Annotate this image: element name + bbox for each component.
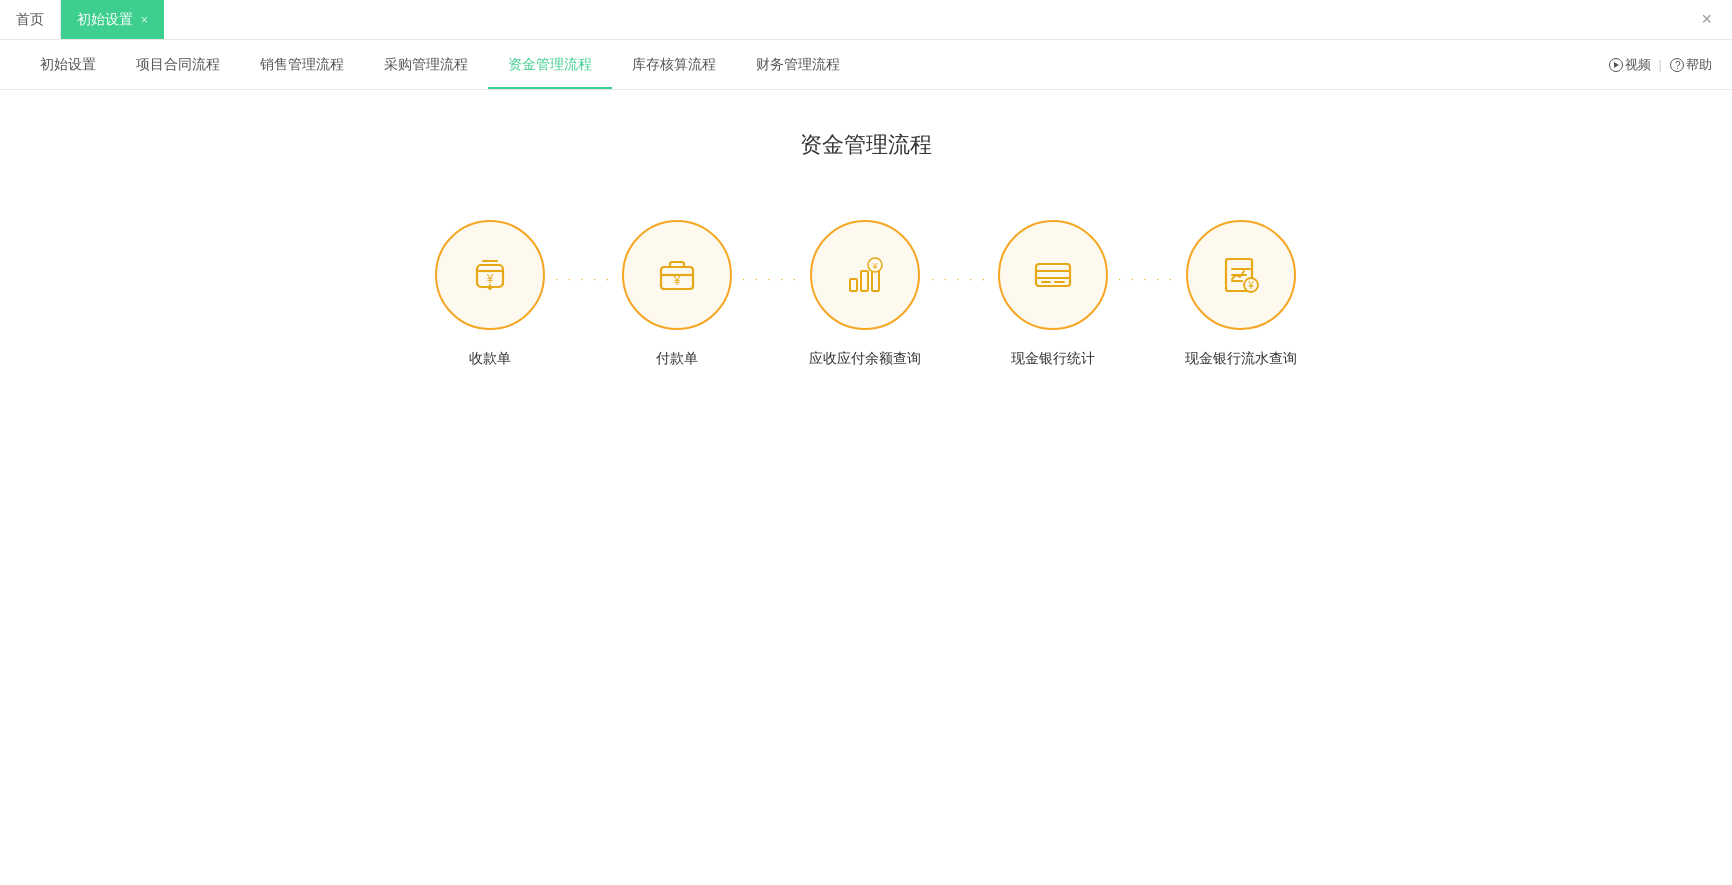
- svg-text:?: ?: [1675, 60, 1681, 71]
- pay-label: 付款单: [656, 350, 698, 368]
- top-bar: 首页 初始设置 × ×: [0, 0, 1732, 40]
- svg-rect-9: [861, 271, 868, 291]
- cashbank-icon: [1027, 249, 1079, 301]
- flow-circle-balance: ¥: [810, 220, 920, 330]
- flow-container: ¥ 收款单 · · · · · ¥ 付款单: [266, 220, 1466, 368]
- window-close-button[interactable]: ×: [1681, 0, 1732, 39]
- main-content: 资金管理流程 ¥ 收款单 · · · · ·: [0, 90, 1732, 408]
- flow-arrow-2: · · · · ·: [732, 272, 809, 286]
- video-link[interactable]: 视频: [1609, 56, 1651, 74]
- pay-icon: ¥: [651, 249, 703, 301]
- svg-marker-1: [1614, 62, 1619, 68]
- nav-item-purchase[interactable]: 采购管理流程: [364, 40, 488, 89]
- home-tab[interactable]: 首页: [0, 0, 61, 39]
- svg-text:¥: ¥: [1247, 280, 1254, 291]
- nav-item-capital[interactable]: 资金管理流程: [488, 40, 612, 89]
- flow-circle-receive: ¥: [435, 220, 545, 330]
- flow-arrow-1: · · · · ·: [545, 272, 622, 286]
- flow-item-pay[interactable]: ¥ 付款单: [622, 220, 732, 368]
- nav-divider: |: [1659, 57, 1662, 72]
- flow-item-receive[interactable]: ¥ 收款单: [435, 220, 545, 368]
- nav-right: 视频 | ? 帮助: [1609, 56, 1712, 74]
- nav-item-sales[interactable]: 销售管理流程: [240, 40, 364, 89]
- flow-circle-cashflow: ¥: [1186, 220, 1296, 330]
- nav-item-inventory[interactable]: 库存核算流程: [612, 40, 736, 89]
- svg-text:¥: ¥: [486, 272, 494, 286]
- help-icon: ?: [1670, 58, 1684, 72]
- svg-text:¥: ¥: [871, 261, 878, 271]
- flow-item-balance[interactable]: ¥ 应收应付余额查询: [809, 220, 921, 368]
- receive-label: 收款单: [469, 350, 511, 368]
- nav-item-finance[interactable]: 财务管理流程: [736, 40, 860, 89]
- flow-circle-pay: ¥: [622, 220, 732, 330]
- video-icon: [1609, 58, 1623, 72]
- flow-item-cashbank[interactable]: 现金银行统计: [998, 220, 1108, 368]
- cashflow-label: 现金银行流水查询: [1185, 350, 1297, 368]
- active-tab-label: 初始设置: [77, 11, 133, 29]
- help-link[interactable]: ? 帮助: [1670, 56, 1712, 74]
- cashflow-icon: ¥: [1215, 249, 1267, 301]
- active-tab[interactable]: 初始设置 ×: [61, 0, 164, 39]
- nav-bar: 初始设置 项目合同流程 销售管理流程 采购管理流程 资金管理流程 库存核算流程 …: [0, 40, 1732, 90]
- nav-item-project[interactable]: 项目合同流程: [116, 40, 240, 89]
- page-title: 资金管理流程: [800, 130, 932, 160]
- svg-text:¥: ¥: [673, 274, 681, 288]
- flow-circle-cashbank: [998, 220, 1108, 330]
- flow-arrow-3: · · · · ·: [921, 272, 998, 286]
- balance-icon: ¥: [839, 249, 891, 301]
- nav-item-initial[interactable]: 初始设置: [20, 40, 116, 89]
- cashbank-label: 现金银行统计: [1011, 350, 1095, 368]
- svg-rect-8: [850, 279, 857, 291]
- flow-arrow-4: · · · · ·: [1108, 272, 1185, 286]
- receive-icon: ¥: [464, 249, 516, 301]
- close-tab-button[interactable]: ×: [141, 13, 148, 27]
- svg-rect-13: [1036, 264, 1070, 286]
- flow-item-cashflow[interactable]: ¥ 现金银行流水查询: [1185, 220, 1297, 368]
- balance-label: 应收应付余额查询: [809, 350, 921, 368]
